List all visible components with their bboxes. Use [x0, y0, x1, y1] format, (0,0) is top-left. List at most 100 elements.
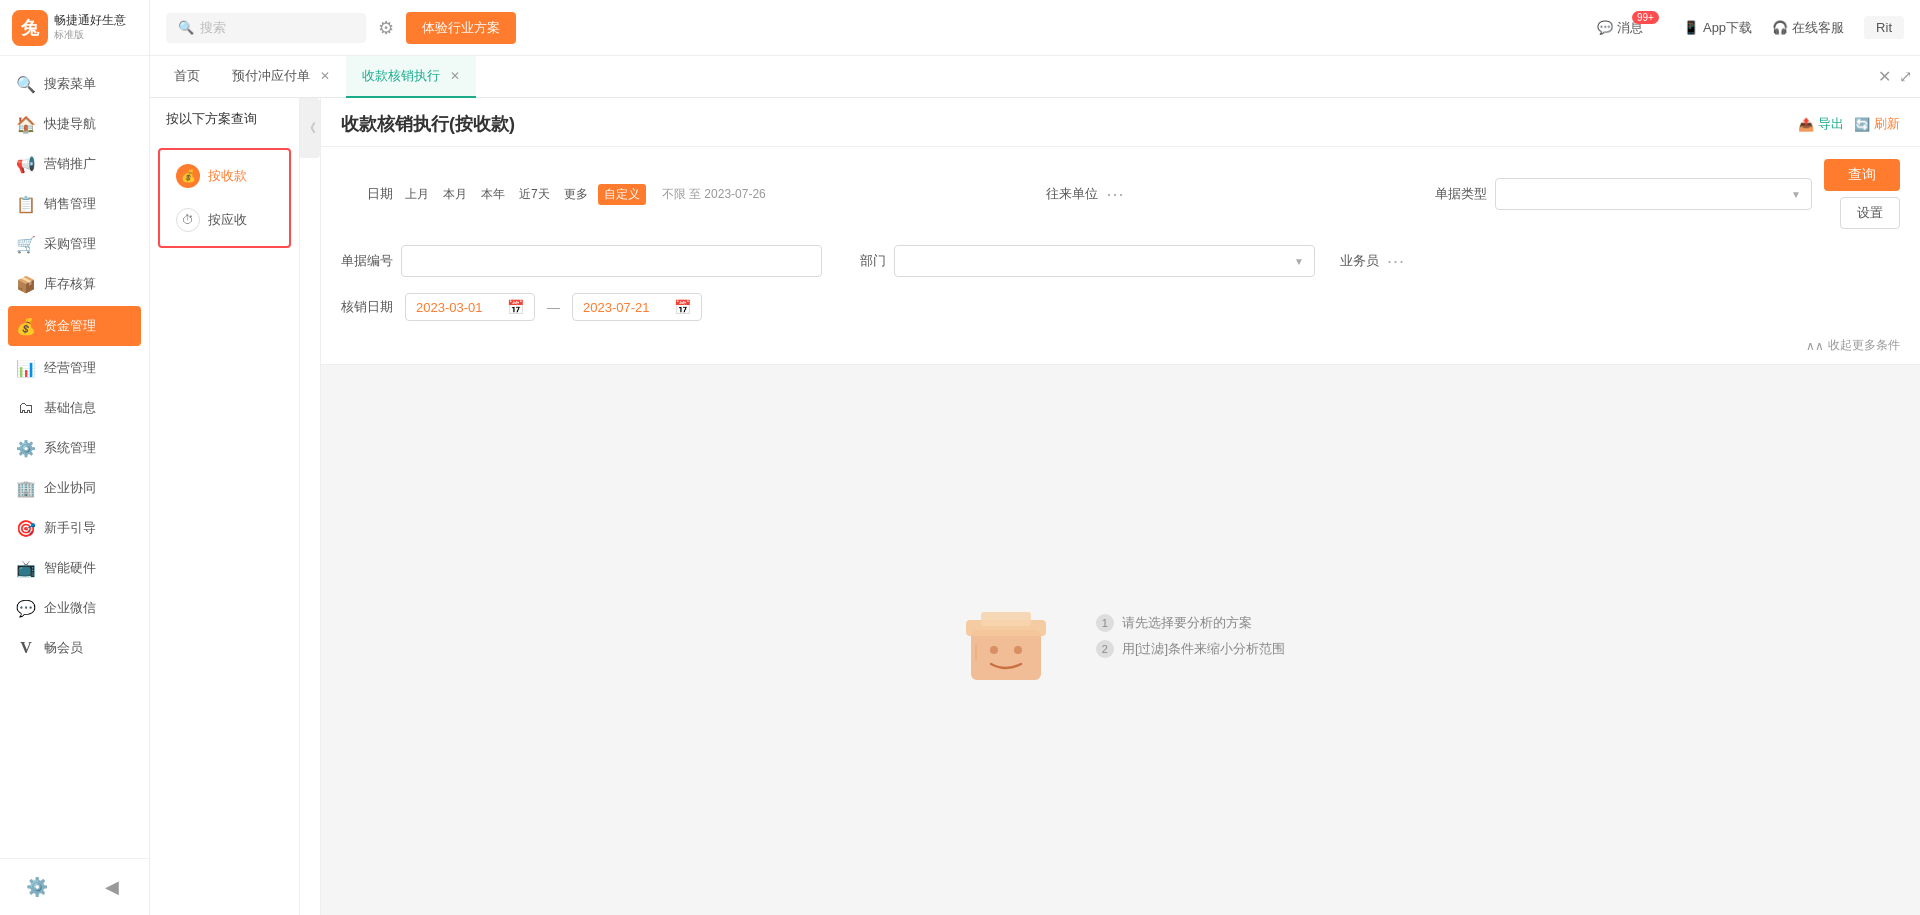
sidebar-item-label: 基础信息 [44, 399, 96, 417]
logo-icon: 兔 [12, 10, 48, 46]
calendar-start-icon[interactable]: 📅 [507, 299, 524, 315]
writeoff-date-label: 核销日期 [341, 298, 393, 316]
purchase-icon: 🛒 [16, 234, 36, 254]
sales-icon: 📋 [16, 194, 36, 214]
filter-receivable-icon: ⏱ [176, 208, 200, 232]
empty-tip-1: 1 请先选择要分析的方案 [1096, 614, 1285, 632]
sidebar-nav: 🔍 搜索菜单 🏠 快捷导航 📢 营销推广 📋 销售管理 🛒 采购管理 📦 库存核… [0, 56, 149, 858]
sidebar-item-inventory[interactable]: 📦 库存核算 [0, 264, 149, 304]
staff-dots[interactable]: ··· [1387, 251, 1405, 272]
app-icon: 📱 [1683, 20, 1699, 35]
sidebar-item-smart-hw[interactable]: 📺 智能硬件 [0, 548, 149, 588]
sidebar-item-search-menu[interactable]: 🔍 搜索菜单 [0, 64, 149, 104]
collapse-conditions-btn[interactable]: ∧∧ 收起更多条件 [1806, 337, 1900, 354]
query-button[interactable]: 查询 [1824, 159, 1900, 191]
counterparty-dots[interactable]: ··· [1106, 184, 1124, 205]
sidebar-item-label: 智能硬件 [44, 559, 96, 577]
sidebar: 兔 畅捷通好生意 标准版 🔍 搜索菜单 🏠 快捷导航 📢 营销推广 📋 销售管理… [0, 0, 150, 915]
date-btn-this-year[interactable]: 本年 [477, 184, 509, 205]
content-area: 按以下方案查询 💰 按收款 ⏱ 按应收 《 [150, 98, 1920, 915]
sidebar-item-funds[interactable]: 💰 资金管理 [8, 306, 141, 346]
filter-collapse-btn[interactable]: 《 [300, 98, 320, 158]
export-button[interactable]: 📤 导出 [1798, 115, 1844, 133]
message-btn[interactable]: 💬 消息 99+ [1597, 19, 1643, 37]
sidebar-item-enterprise[interactable]: 🏢 企业协同 [0, 468, 149, 508]
collapse-up-icon: ∧∧ [1806, 339, 1824, 353]
system-icon: ⚙️ [16, 438, 36, 458]
date-btn-last-month[interactable]: 上月 [401, 184, 433, 205]
date-field: 日期 上月 本月 本年 近7天 更多 自定义 [341, 184, 646, 205]
date-btn-custom[interactable]: 自定义 [598, 184, 646, 205]
sidebar-item-basic-info[interactable]: 🗂 基础信息 [0, 388, 149, 428]
maximize-window-btn[interactable]: ⤢ [1899, 67, 1912, 86]
voucher-no-input[interactable] [401, 245, 822, 277]
user-badge[interactable]: Rit [1864, 16, 1904, 39]
sidebar-item-quick-nav[interactable]: 🏠 快捷导航 [0, 104, 149, 144]
close-window-btn[interactable]: ✕ [1878, 67, 1891, 86]
date-btn-7days[interactable]: 近7天 [515, 184, 554, 205]
tab-prepay-close[interactable]: ✕ [320, 69, 330, 83]
enterprise-icon: 🏢 [16, 478, 36, 498]
department-select[interactable]: ▼ [894, 245, 1315, 277]
empty-tip-2: 2 用[过滤]条件来缩小分析范围 [1096, 640, 1285, 658]
sidebar-item-label: 资金管理 [44, 317, 96, 335]
sidebar-item-marketing[interactable]: 📢 营销推广 [0, 144, 149, 184]
svg-point-4 [1014, 646, 1022, 654]
header-cta-button[interactable]: 体验行业方案 [406, 12, 516, 44]
header-left: 🔍 搜索 ⚙ 体验行业方案 [166, 12, 516, 44]
collapse-row: ∧∧ 收起更多条件 [321, 333, 1920, 364]
svg-point-3 [990, 646, 998, 654]
service-icon: 🎧 [1772, 20, 1788, 35]
sidebar-item-label: 采购管理 [44, 235, 96, 253]
wechat-icon: 💬 [16, 598, 36, 618]
collapse-sidebar-btn[interactable]: ◀ [94, 869, 130, 905]
tab-home[interactable]: 首页 [158, 56, 216, 98]
calendar-end-icon[interactable]: 📅 [674, 299, 691, 315]
export-icon: 📤 [1798, 117, 1814, 132]
settings-bottom-btn[interactable]: ⚙️ [19, 869, 55, 905]
logo-title: 畅捷通好生意 [54, 13, 126, 29]
writeoff-date-start[interactable]: 2023-03-01 📅 [405, 293, 535, 321]
empty-image [956, 590, 1056, 690]
tab-home-label: 首页 [174, 67, 200, 85]
app-download-btn[interactable]: 📱 App下载 [1683, 19, 1752, 37]
search-menu-icon: 🔍 [16, 74, 36, 94]
filter-item-by-receipt[interactable]: 💰 按收款 [160, 154, 289, 198]
header-search-bar[interactable]: 🔍 搜索 [166, 13, 366, 43]
setting-button[interactable]: 设置 [1840, 197, 1900, 229]
date-btn-this-month[interactable]: 本月 [439, 184, 471, 205]
sidebar-item-operation[interactable]: 📊 经营管理 [0, 348, 149, 388]
sidebar-item-guide[interactable]: 🎯 新手引导 [0, 508, 149, 548]
voucher-type-field: 单据类型 ▼ [1435, 178, 1812, 210]
writeoff-date-end[interactable]: 2023-07-21 📅 [572, 293, 702, 321]
search-placeholder: 搜索 [200, 19, 226, 37]
tab-receipt-writeoff[interactable]: 收款核销执行 ✕ [346, 56, 476, 98]
voucher-type-label: 单据类型 [1435, 185, 1487, 203]
service-btn[interactable]: 🎧 在线客服 [1772, 19, 1844, 37]
date-label: 日期 [341, 185, 393, 203]
date-separator: — [547, 300, 560, 315]
sidebar-item-purchase[interactable]: 🛒 采购管理 [0, 224, 149, 264]
top-header: 🔍 搜索 ⚙ 体验行业方案 💬 消息 99+ 📱 App下载 🎧 在线客服 Ri… [150, 0, 1920, 56]
refresh-button[interactable]: 🔄 刷新 [1854, 115, 1900, 133]
main-area: 🔍 搜索 ⚙ 体验行业方案 💬 消息 99+ 📱 App下载 🎧 在线客服 Ri… [150, 0, 1920, 915]
sidebar-item-label: 快捷导航 [44, 115, 96, 133]
tab-receipt-writeoff-close[interactable]: ✕ [450, 69, 460, 83]
voucher-type-select[interactable]: ▼ [1495, 178, 1812, 210]
filter-item-by-receivable[interactable]: ⏱ 按应收 [160, 198, 289, 242]
sidebar-item-system[interactable]: ⚙️ 系统管理 [0, 428, 149, 468]
collapse-icon: 《 [304, 120, 316, 137]
quick-nav-icon: 🏠 [16, 114, 36, 134]
sidebar-item-label: 新手引导 [44, 519, 96, 537]
operation-icon: 📊 [16, 358, 36, 378]
date-btn-more[interactable]: 更多 [560, 184, 592, 205]
sidebar-item-wechat[interactable]: 💬 企业微信 [0, 588, 149, 628]
header-gear-icon[interactable]: ⚙ [378, 17, 394, 39]
department-arrow: ▼ [1294, 256, 1304, 267]
page-header-actions: 📤 导出 🔄 刷新 [1798, 115, 1900, 133]
sidebar-item-member[interactable]: V 畅会员 [0, 628, 149, 668]
sidebar-item-sales[interactable]: 📋 销售管理 [0, 184, 149, 224]
tip-num-2: 2 [1096, 640, 1114, 658]
sidebar-item-label: 企业微信 [44, 599, 96, 617]
tab-prepay[interactable]: 预付冲应付单 ✕ [216, 56, 346, 98]
